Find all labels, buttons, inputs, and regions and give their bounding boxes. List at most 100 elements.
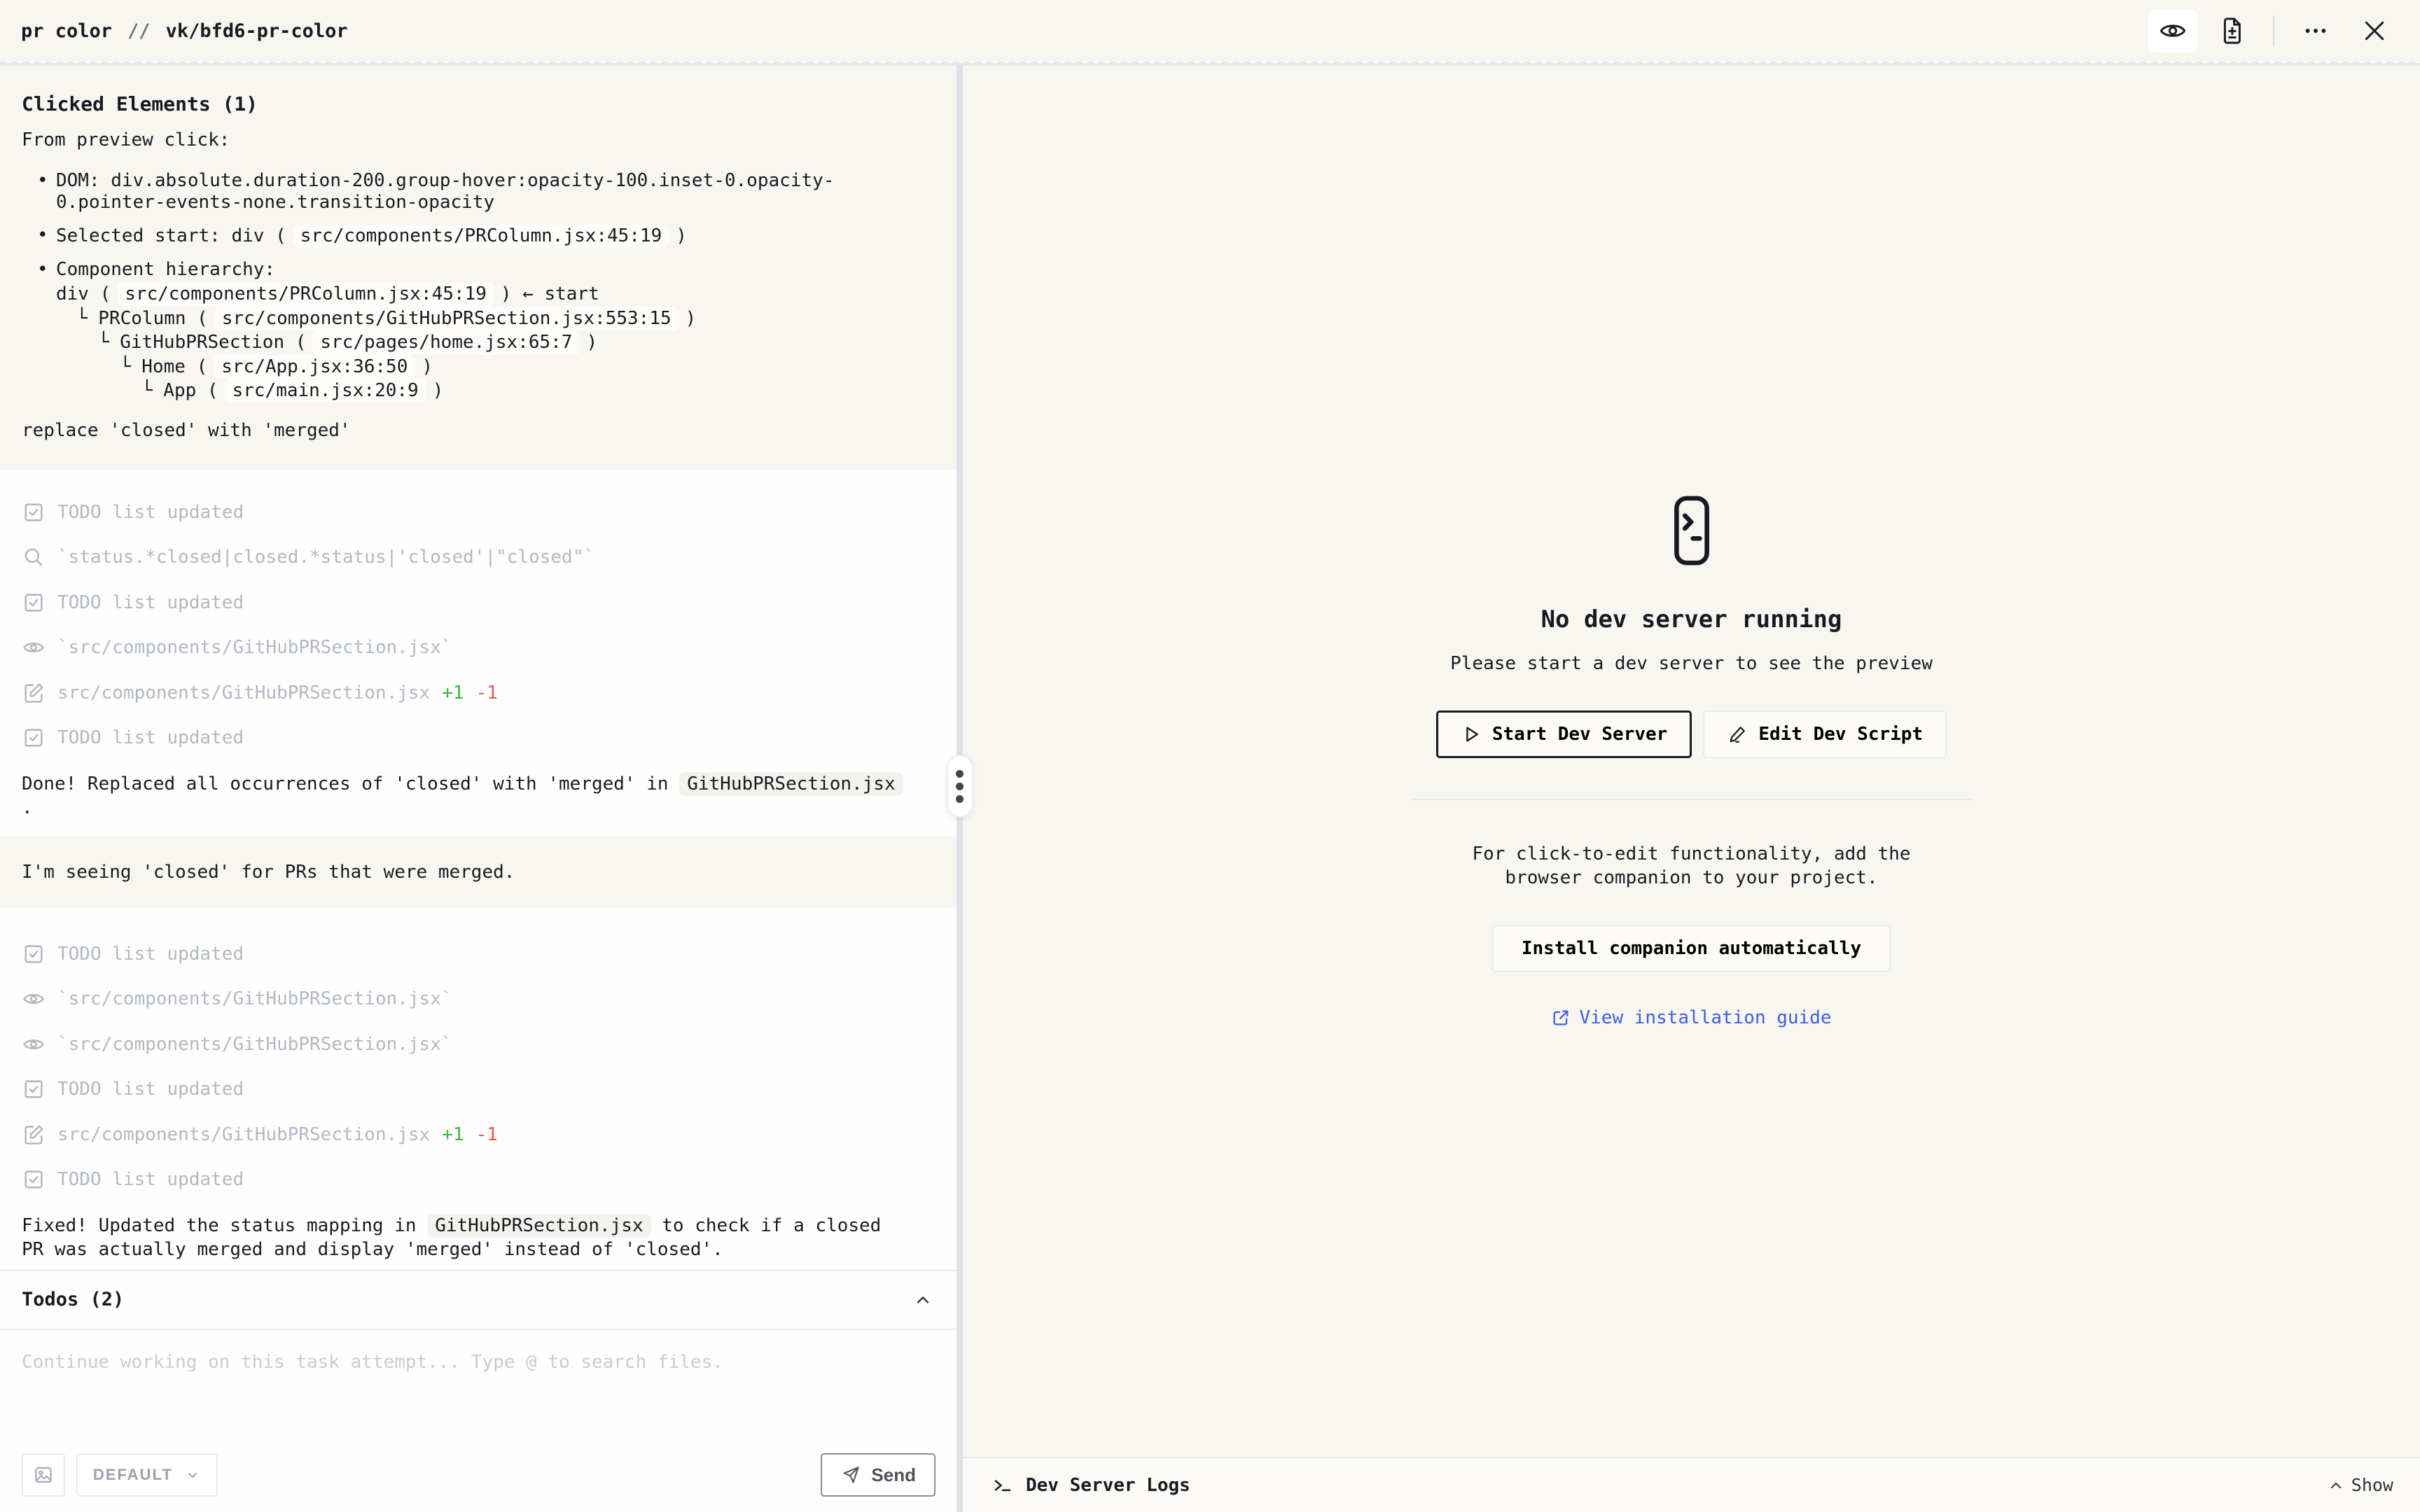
todo-check-icon — [25, 1080, 43, 1098]
file-chip: GitHubPRSection.jsx — [679, 771, 903, 796]
installation-guide-link[interactable]: View installation guide — [1551, 1007, 1832, 1028]
preview-toggle-button[interactable] — [2148, 9, 2197, 52]
breadcrumb: pr color // vk/bfd6-pr-color — [21, 20, 348, 42]
todos-collapse-bar[interactable]: Todos (2) — [0, 1269, 957, 1330]
top-bar: pr color // vk/bfd6-pr-color — [0, 0, 2420, 62]
hierarchy-row: └ PRColumn ( src/components/GitHubPRSect… — [76, 306, 904, 330]
file-chip: src/pages/home.jsx:65:7 — [312, 330, 580, 355]
todo-check-icon — [25, 729, 43, 747]
diff-removed-count: -1 — [475, 1124, 498, 1145]
diff-added-count: +1 — [442, 1124, 464, 1145]
tool-call-todo[interactable]: TODO list updated — [22, 580, 931, 626]
user-instruction: replace 'closed' with 'merged' — [22, 419, 351, 441]
diff-file-icon — [2223, 18, 2241, 44]
send-icon — [843, 1466, 860, 1483]
user-message: I'm seeing 'closed' for PRs that were me… — [0, 836, 957, 908]
close-icon — [2365, 21, 2384, 41]
todo-check-icon — [25, 1170, 43, 1189]
edit-file-icon — [25, 683, 43, 703]
empty-state-description: Please start a dev server to see the pre… — [1450, 652, 1933, 674]
show-logs-toggle[interactable]: Show — [2328, 1475, 2393, 1495]
attach-image-button[interactable] — [22, 1453, 65, 1497]
hierarchy-label: Component hierarchy: — [56, 259, 276, 280]
assistant-message: Done! Replaced all occurrences of 'close… — [22, 771, 911, 820]
edit-dev-script-button[interactable]: Edit Dev Script — [1703, 710, 1947, 758]
top-bar-actions — [2148, 9, 2399, 52]
play-icon — [1466, 726, 1478, 742]
empty-state-title: No dev server running — [1541, 605, 1842, 634]
component-hierarchy: div ( src/components/PRColumn.jsx:45:19 … — [56, 282, 904, 403]
tool-call-file-edit[interactable]: src/components/GitHubPRSection.jsx +1 -1 — [22, 671, 931, 716]
eye-icon — [23, 1039, 44, 1049]
composer-controls: DEFAULT Send — [22, 1453, 936, 1497]
assistant-message: Fixed! Updated the status mapping in Git… — [22, 1213, 882, 1260]
todo-check-icon — [25, 945, 43, 963]
clicked-elements-subtitle: From preview click: — [22, 130, 230, 150]
preview-panel: No dev server running Please start a dev… — [963, 66, 2420, 1512]
ellipsis-icon — [2305, 29, 2326, 33]
file-chip: src/components/PRColumn.jsx:45:19 — [292, 225, 670, 248]
assistant-turn: TODO list updated `status.*closed|closed… — [0, 470, 957, 836]
tool-call-read-file[interactable]: `src/components/GitHubPRSection.jsx` — [22, 976, 931, 1022]
clicked-elements-title: Clicked Elements (1) — [22, 92, 258, 115]
model-selector-value: DEFAULT — [93, 1466, 173, 1483]
pencil-icon — [1730, 726, 1746, 743]
user-message-clicked-elements: Clicked Elements (1) From preview click:… — [0, 66, 957, 470]
diff-removed-count: -1 — [475, 682, 498, 704]
dev-server-logs-bar[interactable]: Dev Server Logs Show — [963, 1457, 2420, 1512]
todo-check-icon — [25, 594, 43, 612]
start-dev-server-button[interactable]: Start Dev Server — [1435, 710, 1692, 758]
assistant-turn: TODO list updated `src/components/GitHub… — [0, 907, 957, 1270]
tool-call-file-edit[interactable]: src/components/GitHubPRSection.jsx +1 -1 — [22, 1112, 931, 1158]
eye-icon — [23, 994, 44, 1004]
tool-call-todo[interactable]: TODO list updated — [22, 490, 931, 536]
send-button[interactable]: Send — [821, 1453, 936, 1497]
external-link-icon — [1554, 1010, 1569, 1025]
tool-call-search[interactable]: `status.*closed|closed.*status|'closed'|… — [22, 535, 931, 580]
eye-icon — [23, 643, 44, 653]
tool-call-read-file[interactable]: `src/components/GitHubPRSection.jsx` — [22, 625, 931, 671]
terminal-icon — [1674, 496, 1709, 565]
chevron-up-icon — [2330, 1482, 2341, 1488]
logs-label: Dev Server Logs — [1026, 1474, 1190, 1496]
more-options-button[interactable] — [2291, 9, 2340, 52]
tool-call-todo[interactable]: TODO list updated — [22, 1157, 931, 1203]
todo-check-icon — [25, 503, 43, 522]
task-title: pr color — [21, 20, 113, 42]
breadcrumb-separator: // — [127, 20, 151, 42]
component-hierarchy-item: Component hierarchy: div ( src/component… — [22, 259, 904, 403]
tool-call-todo[interactable]: TODO list updated — [22, 932, 931, 977]
file-chip: src/components/PRColumn.jsx:45:19 — [117, 282, 494, 307]
eye-icon — [2160, 24, 2186, 37]
dev-server-actions: Start Dev Server Edit Dev Script — [1435, 710, 1947, 758]
todos-label: Todos (2) — [22, 1289, 125, 1310]
hierarchy-row: └ App ( src/main.jsx:20:9 ) — [141, 379, 904, 403]
dev-server-empty-state: No dev server running Please start a dev… — [963, 66, 2420, 1457]
chevron-up-icon — [917, 1296, 929, 1303]
model-selector[interactable]: DEFAULT — [76, 1453, 218, 1497]
hierarchy-row: div ( src/components/PRColumn.jsx:45:19 … — [56, 282, 904, 307]
message-input[interactable]: Continue working on this task attempt...… — [22, 1351, 936, 1454]
clicked-elements-list: DOM: div.absolute.duration-200.group-hov… — [22, 170, 904, 403]
tool-call-read-file[interactable]: `src/components/GitHubPRSection.jsx` — [22, 1022, 931, 1068]
close-button[interactable] — [2350, 9, 2399, 52]
file-chip: src/App.jsx:36:50 — [214, 354, 416, 379]
file-chip: src/components/GitHubPRSection.jsx:553:1… — [214, 306, 679, 330]
tool-call-todo[interactable]: TODO list updated — [22, 1067, 931, 1112]
terminal-prompt-icon — [994, 1480, 1011, 1491]
panel-resize-divider[interactable] — [946, 66, 973, 1512]
selected-start-item: Selected start: div ( src/components/PRC… — [22, 225, 904, 248]
install-companion-button[interactable]: Install companion automatically — [1491, 924, 1891, 972]
panel-resize-handle[interactable] — [946, 755, 973, 818]
tool-call-todo[interactable]: TODO list updated — [22, 715, 931, 761]
file-chip: GitHubPRSection.jsx — [427, 1213, 651, 1238]
branch-name: vk/bfd6-pr-color — [165, 20, 348, 42]
hierarchy-row: └ GitHubPRSection ( src/pages/home.jsx:6… — [98, 330, 904, 355]
hierarchy-row: └ Home ( src/App.jsx:36:50 ) — [120, 354, 904, 379]
image-icon — [35, 1466, 52, 1483]
send-label: Send — [871, 1464, 916, 1485]
composer: Continue working on this task attempt...… — [0, 1329, 957, 1512]
edit-file-icon — [25, 1125, 43, 1144]
toolbar-divider — [2273, 15, 2274, 46]
diff-view-button[interactable] — [2207, 9, 2256, 52]
